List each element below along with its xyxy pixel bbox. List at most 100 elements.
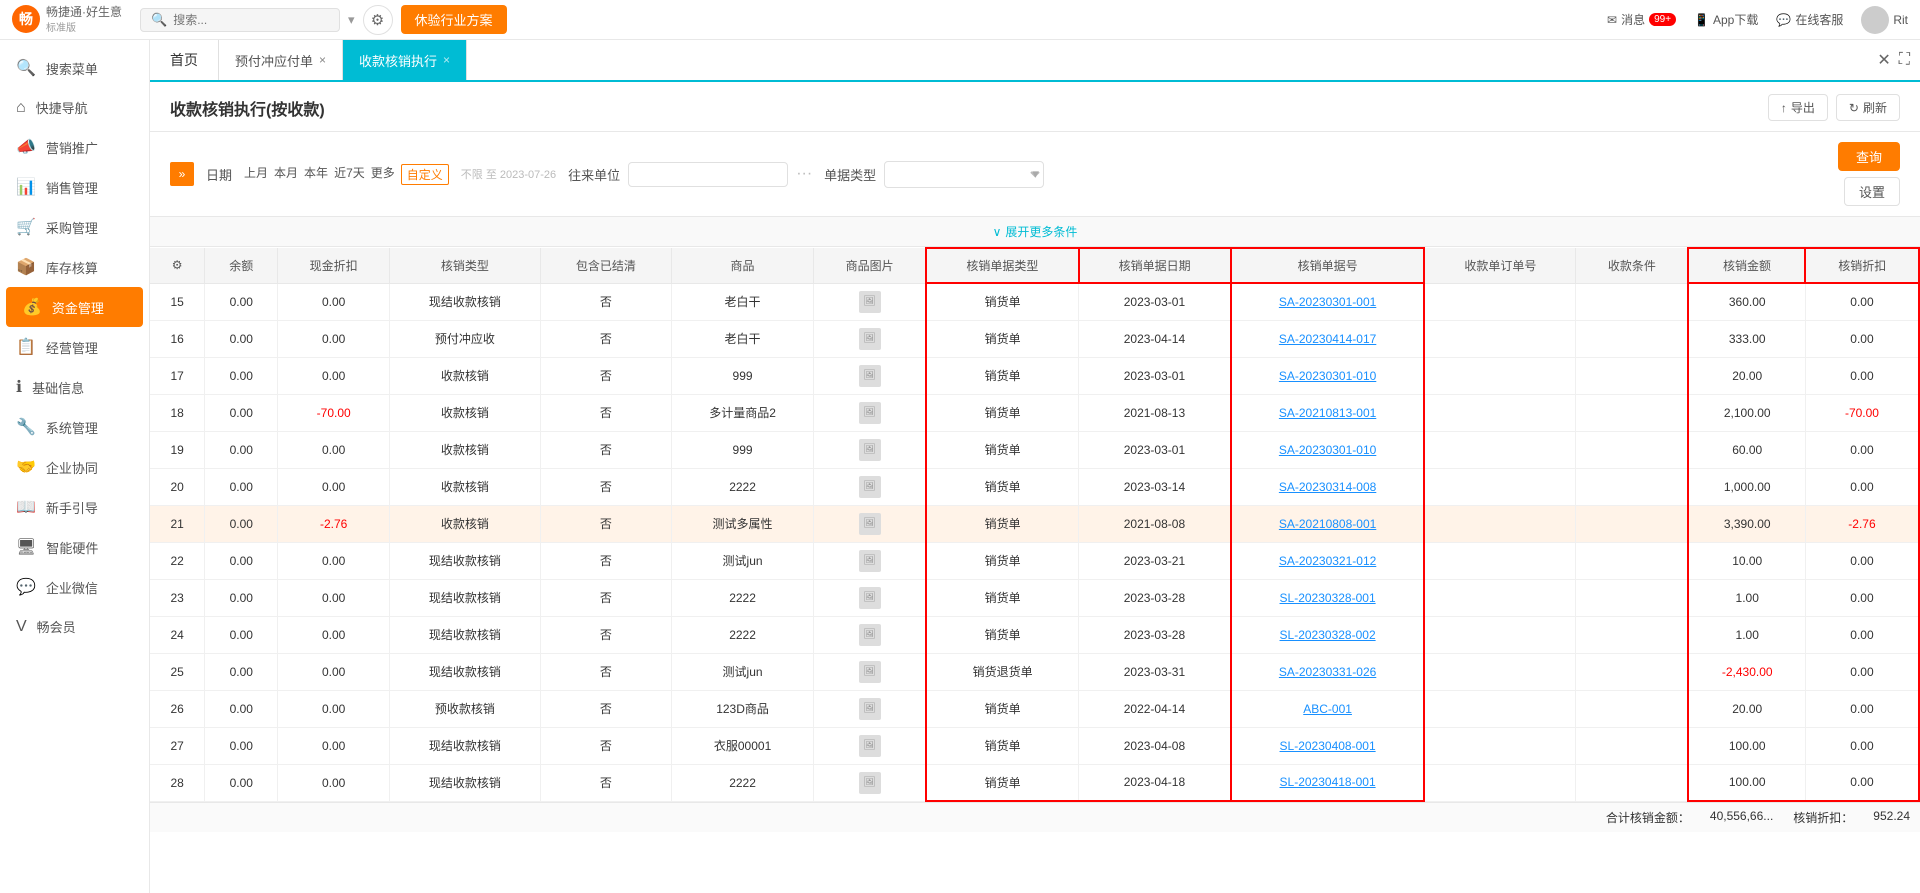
sidebar-item-wechat[interactable]: 💬 企业微信 [0,567,149,607]
table-row: 15 0.00 0.00 现结收款核销 否 老白干 🖼 销货单 2023-03-… [150,283,1919,320]
sidebar-item-collab[interactable]: 🤝 企业协同 [0,447,149,487]
sidebar-item-sales[interactable]: 📊 销售管理 [0,167,149,207]
refresh-button[interactable]: ↻ 刷新 [1836,94,1900,121]
cell-discount: 0.00 [1805,579,1919,616]
sidebar-item-label: 采购管理 [46,218,98,237]
expand-conditions-button[interactable]: ∨ 展开更多条件 [993,223,1078,240]
cell-product: 123D商品 [672,690,814,727]
page-header: 收款核销执行(按收款) ↑ 导出 ↻ 刷新 [150,82,1920,132]
date-this-year[interactable]: 本年 [304,164,328,185]
bill-no-link[interactable]: SA-20230314-008 [1279,480,1376,494]
sidebar-item-info[interactable]: ℹ 基础信息 [0,367,149,407]
cell-product-img: 🖼 [814,431,927,468]
maximize-icon[interactable]: ⛶ [1899,51,1910,69]
sidebar-item-guide[interactable]: 📖 新手引导 [0,487,149,527]
bill-no-link[interactable]: SA-20230321-012 [1279,554,1376,568]
table-row: 18 0.00 -70.00 收款核销 否 多计量商品2 🖼 销货单 2021-… [150,394,1919,431]
tab-prepay-close[interactable]: × [319,53,326,67]
bill-no-link[interactable]: SL-20230408-001 [1280,739,1376,753]
bill-no-link[interactable]: SA-20210813-001 [1279,406,1376,420]
sidebar-item-device[interactable]: 🖥 智能硬件 [0,527,149,567]
sidebar-item-finance[interactable]: 💰 资金管理 [6,287,143,327]
tab-prepay[interactable]: 预付冲应付单 × [219,40,343,80]
online-service-item[interactable]: 💬 在线客服 [1776,11,1843,28]
filter-collapse-button[interactable]: » [170,162,194,186]
bill-no-link[interactable]: SA-20210808-001 [1279,517,1376,531]
user-item[interactable]: Rit [1861,6,1908,34]
cell-amount: -2,430.00 [1688,653,1805,690]
cell-discount: 0.00 [1805,616,1919,653]
cell-product: 衣服00001 [672,727,814,764]
cell-bill-type: 销货单 [926,394,1078,431]
date-more[interactable]: 更多 [371,164,395,185]
messages-label: 消息 [1621,11,1645,28]
sidebar-item-label: 企业协同 [46,458,98,477]
bill-no-link[interactable]: SA-20230301-001 [1279,295,1376,309]
close-window-icon[interactable]: ✕ [1877,50,1890,70]
sidebar-item-search[interactable]: 🔍 搜索菜单 [0,48,149,88]
bill-no-link[interactable]: SL-20230328-002 [1280,628,1376,642]
cell-id: 28 [150,764,205,801]
bill-type-select[interactable] [884,161,1044,188]
sidebar-item-inventory[interactable]: 📦 库存核算 [0,247,149,287]
export-button[interactable]: ↑ 导出 [1768,94,1828,121]
cell-discount: 0.00 [1805,653,1919,690]
cell-product: 测试jun [672,653,814,690]
sidebar-item-label: 智能硬件 [46,538,98,557]
table-header-row: ⚙ 余额 现金折扣 核销类型 包含已结清 商品 商品图片 核销单据类型 核销单据… [150,248,1919,283]
table-container[interactable]: ⚙ 余额 现金折扣 核销类型 包含已结清 商品 商品图片 核销单据类型 核销单据… [150,247,1920,893]
cell-payment-terms [1576,690,1689,727]
cell-payment-terms [1576,320,1689,357]
sidebar-item-ops[interactable]: 📋 经营管理 [0,327,149,367]
tab-home[interactable]: 首页 [150,40,219,80]
cell-payment-terms [1576,431,1689,468]
cell-bill-no: SL-20230408-001 [1231,727,1424,764]
sidebar-item-purchase[interactable]: 🛒 采购管理 [0,207,149,247]
cell-cash-discount: 0.00 [278,653,390,690]
cell-bill-type: 销货单 [926,727,1078,764]
messages-item[interactable]: ✉ 消息 99+ [1607,11,1676,28]
cell-payment-terms [1576,505,1689,542]
date-7days[interactable]: 近7天 [334,164,365,185]
filter-settings-button[interactable]: 设置 [1844,177,1900,206]
date-this-month[interactable]: 本月 [274,164,298,185]
app-icon: 📱 [1694,13,1709,27]
bill-no-link[interactable]: SA-20230301-010 [1279,443,1376,457]
date-last-month[interactable]: 上月 [244,164,268,185]
search-icon: 🔍 [16,58,36,78]
cell-amount: 333.00 [1688,320,1805,357]
date-custom[interactable]: 自定义 [401,164,449,185]
partner-input[interactable] [628,162,788,187]
guide-icon: 📖 [16,497,36,517]
app-download-item[interactable]: 📱 App下载 [1694,11,1758,28]
bill-no-link[interactable]: SA-20230301-010 [1279,369,1376,383]
cell-bill-type: 销货单 [926,764,1078,801]
search-area[interactable]: 🔍 [140,8,340,32]
col-discount: 核销折扣 [1805,248,1919,283]
tab-current-close[interactable]: × [443,53,450,67]
query-button[interactable]: 查询 [1838,142,1900,171]
industry-button[interactable]: 休验行业方案 [401,5,507,34]
search-input[interactable] [173,13,323,27]
sidebar-item-nav[interactable]: ⌂ 快捷导航 [0,88,149,127]
cell-id: 15 [150,283,205,320]
bill-no-link[interactable]: SA-20230331-026 [1279,665,1376,679]
settings-button[interactable]: ⚙ [363,5,393,35]
cell-product: 2222 [672,579,814,616]
cell-bill-type: 销货单 [926,616,1078,653]
sidebar-item-system[interactable]: 🔧 系统管理 [0,407,149,447]
messages-badge: 99+ [1649,13,1676,26]
cell-included: 否 [540,357,671,394]
bill-no-link[interactable]: ABC-001 [1303,702,1352,716]
avatar [1861,6,1889,34]
sidebar-item-member[interactable]: V 畅会员 [0,607,149,646]
cell-payment-terms [1576,468,1689,505]
cell-bill-date: 2023-04-08 [1079,727,1231,764]
bill-no-link[interactable]: SA-20230414-017 [1279,332,1376,346]
bill-no-link[interactable]: SL-20230328-001 [1280,591,1376,605]
sidebar-item-marketing[interactable]: 📣 营销推广 [0,127,149,167]
bill-no-link[interactable]: SL-20230418-001 [1280,775,1376,789]
tab-current[interactable]: 收款核销执行 × [343,40,467,80]
cell-order-no [1424,320,1576,357]
expand-icon: » [179,167,186,181]
